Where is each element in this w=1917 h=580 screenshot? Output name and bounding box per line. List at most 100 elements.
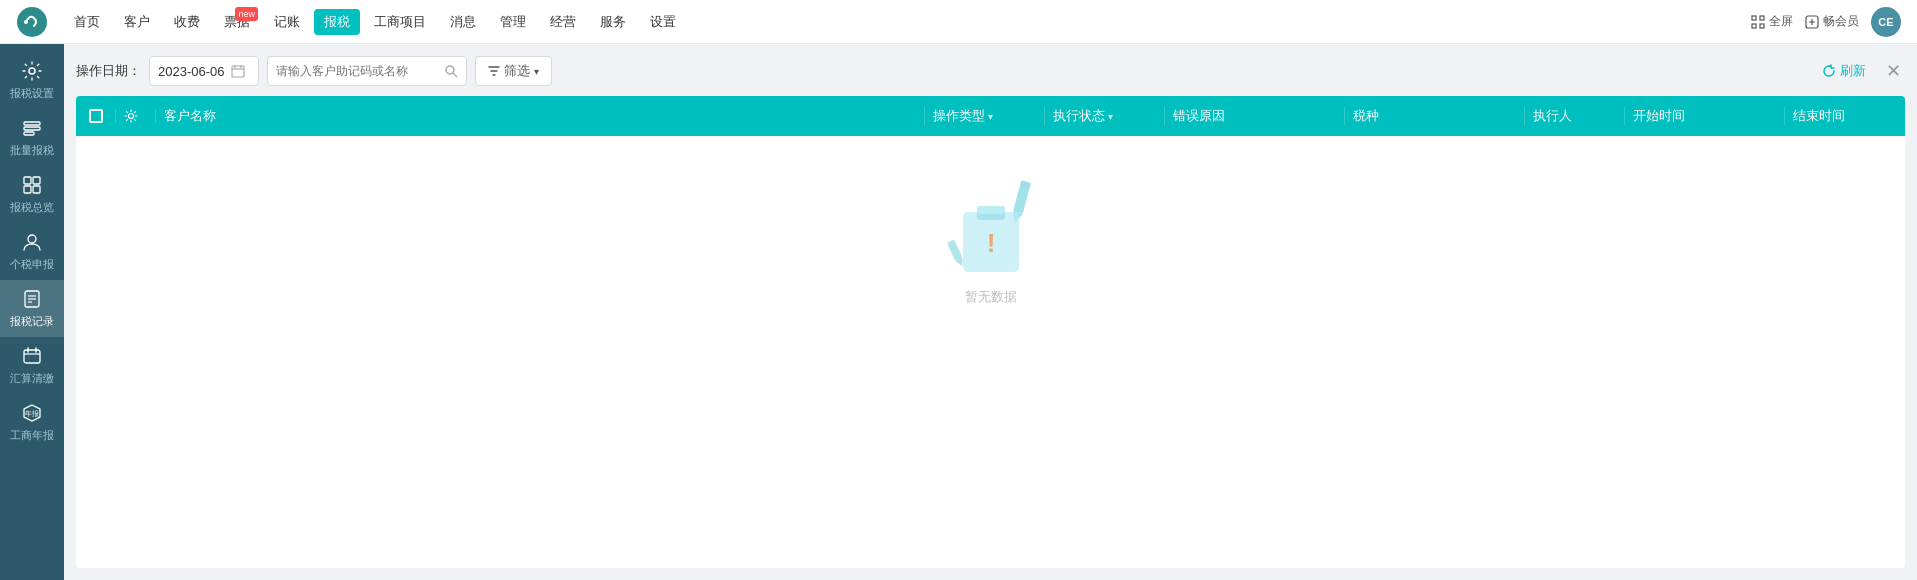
filter-arrow-icon: ▾ <box>534 66 539 77</box>
filter-label: 筛选 <box>504 62 530 80</box>
svg-rect-3 <box>1760 16 1764 20</box>
th-operation-type[interactable]: 操作类型 ▾ <box>925 107 1045 125</box>
nav-item-tax[interactable]: 报税 <box>314 9 360 35</box>
column-settings-icon[interactable] <box>124 109 138 123</box>
sidebar-item-batch-tax[interactable]: 批量报税 <box>0 109 64 166</box>
svg-point-15 <box>28 235 36 243</box>
svg-point-30 <box>129 114 134 119</box>
nav-item-settings[interactable]: 设置 <box>640 9 686 35</box>
nav-item-billing[interactable]: 收费 <box>164 9 210 35</box>
sidebar-item-label: 报税设置 <box>10 86 54 101</box>
refresh-icon <box>1822 64 1836 78</box>
svg-rect-14 <box>33 186 40 193</box>
sidebar-item-label: 工商年报 <box>10 428 54 443</box>
clipboard-body: ! <box>959 200 1023 276</box>
nav-item-service[interactable]: 服务 <box>590 9 636 35</box>
personal-tax-icon <box>21 231 43 253</box>
close-button[interactable]: ✕ <box>1882 62 1905 80</box>
svg-rect-9 <box>24 127 40 130</box>
member-label: 畅会员 <box>1823 13 1859 30</box>
tax-record-icon <box>21 288 43 310</box>
sidebar-item-annual-report[interactable]: 年报工商年报 <box>0 394 64 451</box>
nav-item-message[interactable]: 消息 <box>440 9 486 35</box>
svg-rect-38 <box>946 240 962 262</box>
table-wrapper: 客户名称 操作类型 ▾ 执行状态 ▾ 错误原因 税种 执行人 <box>76 96 1905 568</box>
table-body: ! 暂无数据 <box>76 136 1905 568</box>
app-logo[interactable] <box>16 6 48 38</box>
select-all-checkbox[interactable] <box>89 109 103 123</box>
sort-icon: ▾ <box>988 111 993 122</box>
filter-icon <box>488 65 500 77</box>
svg-rect-5 <box>1760 24 1764 28</box>
th-end-time: 结束时间 <box>1785 107 1905 125</box>
th-executor: 执行人 <box>1525 107 1625 125</box>
svg-rect-36 <box>977 206 1005 214</box>
annual-report-icon: 年报 <box>21 402 43 424</box>
sidebar-item-tax-record[interactable]: 报税记录 <box>0 280 64 337</box>
table-header: 客户名称 操作类型 ▾ 执行状态 ▾ 错误原因 税种 执行人 <box>76 96 1905 136</box>
svg-rect-24 <box>232 66 244 77</box>
search-box[interactable] <box>267 56 467 86</box>
fullscreen-button[interactable]: 全屏 <box>1751 13 1793 30</box>
refresh-label: 刷新 <box>1840 62 1866 80</box>
top-nav-right: 全屏 畅会员 CE <box>1751 7 1901 37</box>
settlement-icon <box>21 345 43 367</box>
svg-rect-8 <box>24 122 40 125</box>
svg-rect-2 <box>1752 16 1756 20</box>
nav-item-invoice[interactable]: 票据new <box>214 9 260 35</box>
main-layout: 报税设置批量报税报税总览个税申报报税记录汇算清缴年报工商年报 操作日期： 202… <box>0 44 1917 580</box>
nav-item-business[interactable]: 工商项目 <box>364 9 436 35</box>
search-icon <box>444 64 458 78</box>
date-label: 操作日期： <box>76 62 141 80</box>
sidebar-item-tax-settings[interactable]: 报税设置 <box>0 52 64 109</box>
top-nav: 首页客户收费票据new记账报税工商项目消息管理经营服务设置 全屏 畅会员 CE <box>0 0 1917 44</box>
date-value: 2023-06-06 <box>158 64 225 79</box>
avatar[interactable]: CE <box>1871 7 1901 37</box>
svg-rect-12 <box>33 177 40 184</box>
tax-settings-icon <box>21 60 43 82</box>
svg-line-29 <box>453 73 457 77</box>
th-checkbox[interactable] <box>76 109 116 123</box>
th-start-time: 开始时间 <box>1625 107 1785 125</box>
nav-item-customer[interactable]: 客户 <box>114 9 160 35</box>
sidebar-item-settlement[interactable]: 汇算清缴 <box>0 337 64 394</box>
th-customer-name: 客户名称 <box>156 107 925 125</box>
svg-rect-13 <box>24 186 31 193</box>
sidebar-item-label: 汇算清缴 <box>10 371 54 386</box>
nav-item-manage[interactable]: 管理 <box>490 9 536 35</box>
fullscreen-label: 全屏 <box>1769 13 1793 30</box>
svg-rect-20 <box>24 350 40 363</box>
empty-state: ! 暂无数据 <box>76 136 1905 346</box>
svg-point-0 <box>17 7 47 37</box>
svg-rect-4 <box>1752 24 1756 28</box>
nav-item-operation[interactable]: 经营 <box>540 9 586 35</box>
fullscreen-icon <box>1751 15 1765 29</box>
sidebar-item-label: 批量报税 <box>10 143 54 158</box>
th-error-reason: 错误原因 <box>1165 107 1345 125</box>
sidebar-item-personal-tax[interactable]: 个税申报 <box>0 223 64 280</box>
member-icon <box>1805 15 1819 29</box>
th-settings <box>116 109 156 123</box>
sidebar-item-tax-overview[interactable]: 报税总览 <box>0 166 64 223</box>
th-exec-status[interactable]: 执行状态 ▾ <box>1045 107 1165 125</box>
svg-point-1 <box>24 20 28 24</box>
nav-item-home[interactable]: 首页 <box>64 9 110 35</box>
search-input[interactable] <box>276 64 438 78</box>
sort-icon: ▾ <box>1108 111 1113 122</box>
svg-rect-10 <box>24 132 34 135</box>
empty-text: 暂无数据 <box>965 288 1017 306</box>
tax-overview-icon <box>21 174 43 196</box>
filter-button[interactable]: 筛选 ▾ <box>475 56 552 86</box>
calendar-icon <box>231 64 245 78</box>
content-area: 操作日期： 2023-06-06 <box>64 44 1917 580</box>
sidebar-item-label: 报税总览 <box>10 200 54 215</box>
nav-item-account[interactable]: 记账 <box>264 9 310 35</box>
nav-items: 首页客户收费票据new记账报税工商项目消息管理经营服务设置 <box>64 9 1751 35</box>
refresh-button[interactable]: 刷新 <box>1814 58 1874 84</box>
toolbar: 操作日期： 2023-06-06 <box>76 56 1905 86</box>
member-button[interactable]: 畅会员 <box>1805 13 1859 30</box>
svg-point-28 <box>446 66 454 74</box>
batch-tax-icon <box>21 117 43 139</box>
date-input[interactable]: 2023-06-06 <box>149 56 259 86</box>
svg-rect-11 <box>24 177 31 184</box>
